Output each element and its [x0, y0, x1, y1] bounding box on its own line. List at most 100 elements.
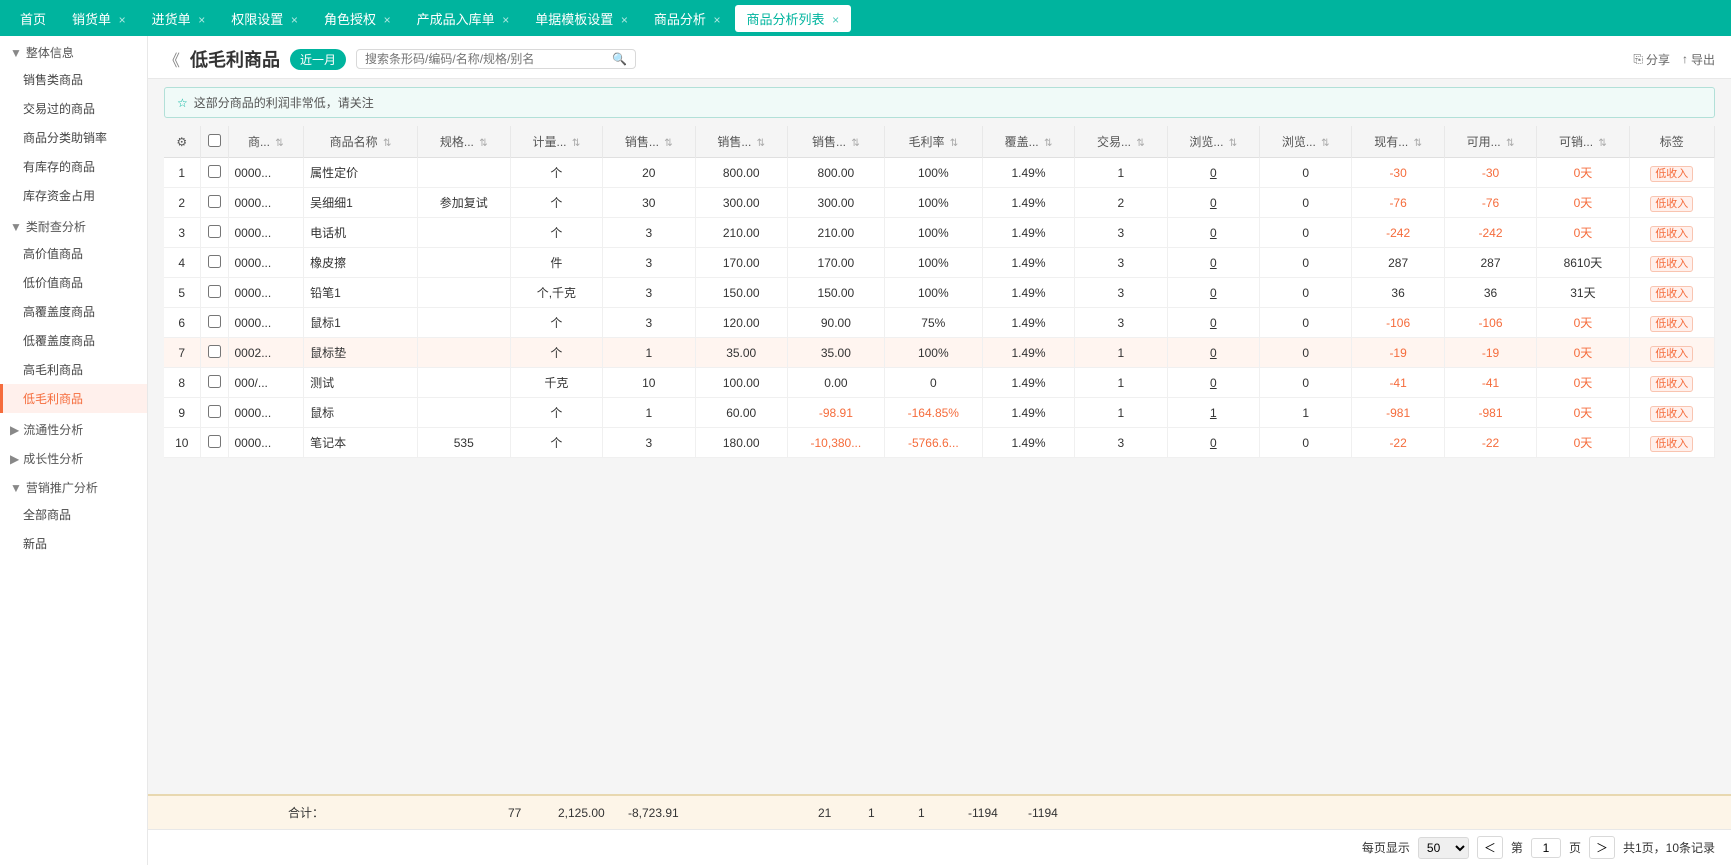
- select-all-checkbox[interactable]: [208, 134, 221, 147]
- footer-trade: 21: [818, 806, 868, 820]
- cell-check[interactable]: [200, 308, 228, 338]
- th-unit[interactable]: 计量... ⇅: [510, 126, 602, 158]
- sidebar-item-category-rate[interactable]: 商品分类助销率: [0, 123, 147, 152]
- cell-browse1[interactable]: 0: [1167, 368, 1259, 398]
- row-checkbox[interactable]: [208, 225, 221, 238]
- cell-browse1[interactable]: 0: [1167, 428, 1259, 458]
- sidebar-group-overall[interactable]: ▼ 整体信息: [0, 36, 147, 65]
- cell-sales-price: 35.00: [695, 338, 787, 368]
- table-wrapper[interactable]: ⚙ 商... ⇅ 商品名称 ⇅ 规格... ⇅ 计量... ⇅ 销售... ⇅ …: [148, 126, 1731, 794]
- th-code[interactable]: 商... ⇅: [228, 126, 304, 158]
- th-gross-rate[interactable]: 毛利率 ⇅: [884, 126, 982, 158]
- cell-browse1[interactable]: 0: [1167, 158, 1259, 188]
- page-number-input[interactable]: [1531, 838, 1561, 858]
- nav-purchase-close[interactable]: ×: [198, 13, 205, 27]
- th-sales-price[interactable]: 销售... ⇅: [695, 126, 787, 158]
- share-btn[interactable]: ⎘ 分享: [1633, 51, 1670, 68]
- nav-goods-analysis-list[interactable]: 商品分析列表 ×: [735, 5, 852, 32]
- nav-goods-analysis[interactable]: 商品分析 ×: [642, 5, 733, 32]
- th-saleable-qty[interactable]: 可销... ⇅: [1537, 126, 1629, 158]
- next-page-btn[interactable]: ＞: [1589, 836, 1615, 859]
- cell-check[interactable]: [200, 368, 228, 398]
- cell-check[interactable]: [200, 398, 228, 428]
- sidebar-item-high-value[interactable]: 高价值商品: [0, 239, 147, 268]
- th-cover-rate[interactable]: 覆盖... ⇅: [982, 126, 1074, 158]
- nav-product-entry[interactable]: 产成品入库单 ×: [405, 5, 522, 32]
- prev-page-btn[interactable]: ＜: [1477, 836, 1503, 859]
- sidebar-item-all-goods[interactable]: 全部商品: [0, 500, 147, 529]
- row-checkbox[interactable]: [208, 165, 221, 178]
- nav-sales[interactable]: 销货单 ×: [60, 5, 138, 32]
- nav-goods-analysis-list-close[interactable]: ×: [832, 13, 839, 27]
- th-available-qty[interactable]: 可用... ⇅: [1444, 126, 1536, 158]
- sidebar-item-traded-goods[interactable]: 交易过的商品: [0, 94, 147, 123]
- nav-product-entry-close[interactable]: ×: [502, 13, 509, 27]
- sidebar-item-sales-goods[interactable]: 销售类商品: [0, 65, 147, 94]
- row-checkbox[interactable]: [208, 345, 221, 358]
- th-spec[interactable]: 规格... ⇅: [417, 126, 510, 158]
- th-current-qty[interactable]: 现有... ⇅: [1352, 126, 1444, 158]
- collapse-sidebar-btn[interactable]: 《: [164, 47, 180, 71]
- cell-check[interactable]: [200, 428, 228, 458]
- sidebar-item-low-margin[interactable]: 低毛利商品: [0, 384, 147, 413]
- sidebar-group-marketing[interactable]: ▼ 营销推广分析: [0, 471, 147, 500]
- row-checkbox[interactable]: [208, 375, 221, 388]
- sidebar-item-high-margin[interactable]: 高毛利商品: [0, 355, 147, 384]
- row-checkbox[interactable]: [208, 195, 221, 208]
- nav-permissions[interactable]: 权限设置 ×: [219, 5, 310, 32]
- th-check[interactable]: [200, 126, 228, 158]
- search-icon[interactable]: 🔍: [612, 52, 627, 66]
- cell-check[interactable]: [200, 278, 228, 308]
- sidebar-item-high-coverage[interactable]: 高覆盖度商品: [0, 297, 147, 326]
- sidebar-item-capital[interactable]: 库存资金占用: [0, 181, 147, 210]
- row-checkbox[interactable]: [208, 255, 221, 268]
- th-trade[interactable]: 交易... ⇅: [1075, 126, 1167, 158]
- page-size-select[interactable]: 50 20 100: [1418, 837, 1469, 859]
- nav-roles[interactable]: 角色授权 ×: [312, 5, 403, 32]
- cell-check[interactable]: [200, 248, 228, 278]
- sidebar-item-low-value[interactable]: 低价值商品: [0, 268, 147, 297]
- row-checkbox[interactable]: [208, 315, 221, 328]
- nav-goods-analysis-close[interactable]: ×: [713, 13, 720, 27]
- cell-code: 0000...: [228, 278, 304, 308]
- cell-check[interactable]: [200, 218, 228, 248]
- export-btn[interactable]: ↑ 导出: [1682, 51, 1715, 68]
- sidebar-item-stock-goods[interactable]: 有库存的商品: [0, 152, 147, 181]
- row-checkbox[interactable]: [208, 435, 221, 448]
- sidebar-item-low-coverage[interactable]: 低覆盖度商品: [0, 326, 147, 355]
- sidebar-group-category[interactable]: ▼ 类耐查分析: [0, 210, 147, 239]
- search-input[interactable]: [365, 52, 612, 66]
- cell-browse1[interactable]: 0: [1167, 278, 1259, 308]
- nav-template[interactable]: 单据模板设置 ×: [523, 5, 640, 32]
- cell-browse1[interactable]: 0: [1167, 308, 1259, 338]
- nav-roles-close[interactable]: ×: [384, 13, 391, 27]
- date-filter-btn[interactable]: 近一月: [290, 49, 346, 70]
- cell-sales-gross: 170.00: [787, 248, 884, 278]
- cell-check[interactable]: [200, 338, 228, 368]
- th-settings[interactable]: ⚙: [164, 126, 200, 158]
- row-checkbox[interactable]: [208, 285, 221, 298]
- th-browse1[interactable]: 浏览... ⇅: [1167, 126, 1259, 158]
- nav-template-close[interactable]: ×: [621, 13, 628, 27]
- cell-browse1[interactable]: 0: [1167, 188, 1259, 218]
- th-sales-gross[interactable]: 销售... ⇅: [787, 126, 884, 158]
- cell-browse1[interactable]: 0: [1167, 338, 1259, 368]
- th-name[interactable]: 商品名称 ⇅: [304, 126, 418, 158]
- cell-check[interactable]: [200, 158, 228, 188]
- cell-browse1[interactable]: 0: [1167, 248, 1259, 278]
- th-browse2[interactable]: 浏览... ⇅: [1260, 126, 1352, 158]
- settings-icon[interactable]: ⚙: [176, 135, 187, 149]
- sidebar-group-growth[interactable]: ▶ 成长性分析: [0, 442, 147, 471]
- cell-num: 4: [164, 248, 200, 278]
- cell-check[interactable]: [200, 188, 228, 218]
- sidebar-group-flow[interactable]: ▶ 流通性分析: [0, 413, 147, 442]
- cell-browse1[interactable]: 0: [1167, 218, 1259, 248]
- nav-home[interactable]: 首页: [8, 5, 58, 32]
- th-sales-qty[interactable]: 销售... ⇅: [603, 126, 695, 158]
- cell-browse1[interactable]: 1: [1167, 398, 1259, 428]
- row-checkbox[interactable]: [208, 405, 221, 418]
- nav-permissions-close[interactable]: ×: [291, 13, 298, 27]
- nav-purchase[interactable]: 进货单 ×: [140, 5, 218, 32]
- sidebar-item-new-goods[interactable]: 新品: [0, 529, 147, 558]
- nav-sales-close[interactable]: ×: [119, 13, 126, 27]
